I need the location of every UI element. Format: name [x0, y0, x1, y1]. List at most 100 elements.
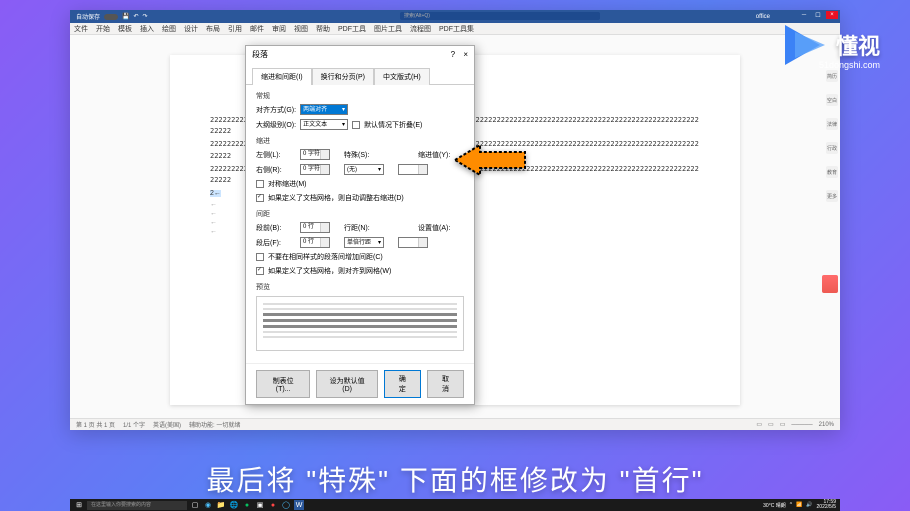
task-view-icon[interactable]: ▢ — [190, 500, 200, 510]
align-combo[interactable]: 两端对齐 — [300, 104, 348, 115]
grid-label: 如果定义了文档网格，则对齐到网格(W) — [268, 266, 391, 276]
indent-label: 缩进 — [256, 136, 464, 146]
default-button[interactable]: 设为默认值(D) — [316, 370, 377, 398]
tab-flowchart[interactable]: 流程图 — [410, 24, 431, 34]
tab-review[interactable]: 审阅 — [272, 24, 286, 34]
special-combo[interactable]: (无) — [344, 164, 384, 175]
help-icon[interactable]: ? — [451, 50, 455, 59]
autosave-toggle[interactable]: 自动保存 — [76, 12, 100, 21]
tab-template[interactable]: 模板 — [118, 24, 132, 34]
preview-box — [256, 296, 464, 351]
cancel-button[interactable]: 取消 — [427, 370, 464, 398]
outline-combo[interactable]: 正文文本 — [300, 119, 348, 130]
tab-layout[interactable]: 布局 — [206, 24, 220, 34]
minimize-button[interactable]: ─ — [798, 11, 810, 19]
tutorial-arrow-icon — [450, 140, 530, 180]
side-admin[interactable]: 行政 — [826, 142, 838, 154]
before-spinner[interactable]: 0 行 — [300, 222, 330, 233]
qat-undo-icon[interactable]: ↶ — [134, 13, 139, 20]
cortana-icon[interactable]: ◯ — [281, 500, 291, 510]
play-logo-icon — [780, 20, 830, 70]
logo-text: 懂视 — [836, 29, 880, 61]
autoadjust-label: 如果定义了文档网格，则自动调整右缩进(D) — [268, 193, 404, 203]
red-envelope-icon[interactable] — [822, 275, 838, 293]
special-label: 特殊(S): — [344, 150, 384, 160]
qat-save-icon[interactable]: 💾 — [122, 13, 129, 20]
zoom-level[interactable]: 210% — [819, 422, 834, 428]
preview-label: 预览 — [256, 282, 464, 292]
tabs-button[interactable]: 制表位(T)... — [256, 370, 310, 398]
browser-icon[interactable]: 🌐 — [229, 500, 239, 510]
tab-mail[interactable]: 邮件 — [250, 24, 264, 34]
word-count[interactable]: 1/1 个字 — [123, 420, 145, 429]
ribbon-tabs: 文件 开始 模板 插入 绘图 设计 布局 引用 邮件 审阅 视图 帮助 PDF工… — [70, 23, 840, 35]
tab-insert[interactable]: 插入 — [140, 24, 154, 34]
collapse-checkbox[interactable] — [352, 121, 360, 129]
nosame-checkbox[interactable] — [256, 253, 264, 261]
accessibility[interactable]: 辅助功能: 一切就绪 — [189, 420, 240, 429]
tab-file[interactable]: 文件 — [74, 24, 88, 34]
record-icon[interactable]: ● — [268, 500, 278, 510]
side-more[interactable]: 更多 — [826, 190, 838, 202]
left-spinner[interactable]: 0 字符 — [300, 149, 330, 160]
folder-icon[interactable]: 📁 — [216, 500, 226, 510]
view-read-icon[interactable]: ▭ — [756, 421, 762, 428]
tab-indent-spacing[interactable]: 缩进和间距(I) — [252, 68, 312, 85]
side-resume[interactable]: 简历 — [826, 70, 838, 82]
tab-pdf[interactable]: PDF工具 — [338, 24, 366, 34]
titlebar: 自动保存 💾 ↶ ↷ word首行缩进怎么设置.docx 搜索(Alt+Q) o… — [70, 10, 840, 23]
paragraph-dialog: 段落 ? × 缩进和间距(I) 换行和分页(P) 中文版式(H) 常规 对齐方式… — [245, 45, 475, 405]
start-icon[interactable]: ⊞ — [74, 500, 84, 510]
tab-line-breaks[interactable]: 换行和分页(P) — [312, 68, 374, 85]
tab-pdfset[interactable]: PDF工具集 — [439, 24, 474, 34]
right-spinner[interactable]: 0 字符 — [300, 164, 330, 175]
tab-picture[interactable]: 图片工具 — [374, 24, 402, 34]
dialog-close-icon[interactable]: × — [463, 50, 468, 59]
wechat-icon[interactable]: ● — [242, 500, 252, 510]
side-legal[interactable]: 法律 — [826, 118, 838, 130]
mirror-label: 对称缩进(M) — [268, 179, 307, 189]
windows-taskbar: ⊞ 在这里输入你要搜索的内容 ▢ ◉ 📁 🌐 ● ▣ ● ◯ W 30°C 晴朗… — [70, 499, 840, 511]
statusbar: 第 1 页 共 1 页 1/1 个字 英语(美国) 辅助功能: 一切就绪 ▭ ▭… — [70, 418, 840, 430]
view-print-icon[interactable]: ▭ — [768, 421, 774, 428]
indent-value-spinner[interactable] — [398, 164, 428, 175]
office-label: office — [756, 14, 770, 20]
side-edu[interactable]: 教育 — [826, 166, 838, 178]
close-button[interactable]: × — [826, 11, 838, 19]
page-count[interactable]: 第 1 页 共 1 页 — [76, 420, 115, 429]
autoadjust-checkbox[interactable] — [256, 194, 264, 202]
line-combo[interactable]: 单倍行距 — [344, 237, 384, 248]
after-spinner[interactable]: 0 行 — [300, 237, 330, 248]
autosave-switch[interactable] — [104, 14, 118, 20]
qat-redo-icon[interactable]: ↷ — [143, 13, 148, 20]
edge-icon[interactable]: ◉ — [203, 500, 213, 510]
tray-volume-icon[interactable]: 🔊 — [806, 502, 812, 508]
ok-button[interactable]: 确定 — [384, 370, 421, 398]
tray-wifi-icon[interactable]: 📶 — [796, 502, 802, 508]
left-label: 左侧(L): — [256, 150, 296, 160]
tab-home[interactable]: 开始 — [96, 24, 110, 34]
tab-help[interactable]: 帮助 — [316, 24, 330, 34]
language[interactable]: 英语(美国) — [153, 420, 181, 429]
view-web-icon[interactable]: ▭ — [780, 421, 786, 428]
tab-design[interactable]: 设计 — [184, 24, 198, 34]
word-icon[interactable]: W — [294, 500, 304, 510]
clock-date[interactable]: 2022/5/5 — [817, 505, 836, 510]
tab-draw[interactable]: 绘图 — [162, 24, 176, 34]
app-icon[interactable]: ▣ — [255, 500, 265, 510]
grid-checkbox[interactable] — [256, 267, 264, 275]
tab-references[interactable]: 引用 — [228, 24, 242, 34]
tab-cjk[interactable]: 中文版式(H) — [374, 68, 430, 85]
tutorial-caption: 最后将 "特殊" 下面的框修改为 "首行" — [0, 459, 910, 499]
tray-up-icon[interactable]: ^ — [790, 502, 792, 508]
mirror-checkbox[interactable] — [256, 180, 264, 188]
side-blank[interactable]: 空白 — [826, 94, 838, 106]
setvalue-spinner[interactable] — [398, 237, 428, 248]
taskbar-search[interactable]: 在这里输入你要搜索的内容 — [87, 501, 187, 510]
weather[interactable]: 30°C 晴朗 — [763, 502, 786, 509]
search-box[interactable]: 搜索(Alt+Q) — [400, 12, 600, 20]
general-label: 常规 — [256, 91, 464, 101]
tab-view[interactable]: 视图 — [294, 24, 308, 34]
side-panel: 简历 空白 法律 行政 教育 更多 — [824, 60, 840, 360]
maximize-button[interactable]: ☐ — [812, 11, 824, 19]
